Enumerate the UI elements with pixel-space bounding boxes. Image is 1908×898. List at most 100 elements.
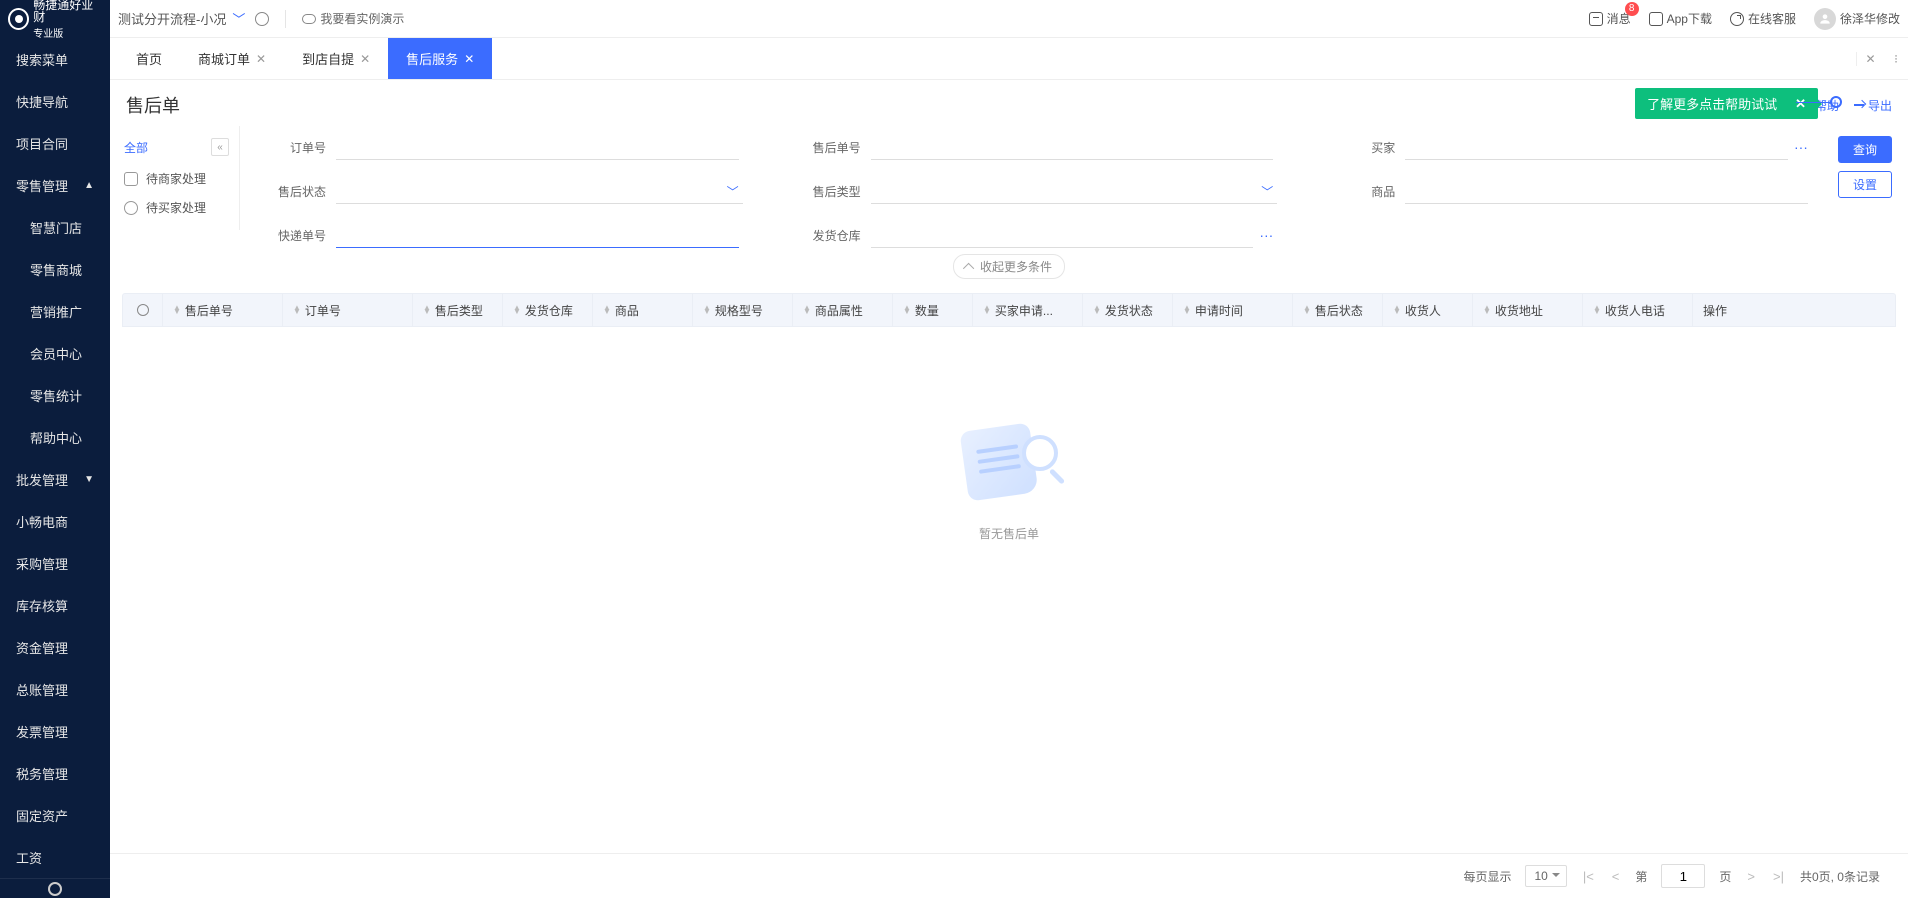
table-col-0[interactable]: ▲▼售后单号	[163, 294, 283, 326]
sidebar-item-1[interactable]: 快捷导航	[0, 80, 110, 122]
table-col-8[interactable]: ▲▼买家申请...	[973, 294, 1083, 326]
col-label: 售后类型	[435, 302, 483, 319]
tab-3[interactable]: 售后服务✕	[388, 38, 492, 79]
sidebar-item-19[interactable]: 工资	[0, 836, 110, 878]
sidebar-label: 帮助中心	[30, 428, 82, 447]
page-last-icon[interactable]: >|	[1771, 869, 1786, 884]
page-size-select[interactable]: 10	[1525, 865, 1566, 887]
chevron-down-icon: ﹀	[232, 9, 245, 28]
table-col-6[interactable]: ▲▼商品属性	[793, 294, 893, 326]
app-download-button[interactable]: App下载	[1649, 10, 1712, 27]
sidebar-item-9[interactable]: 帮助中心	[0, 416, 110, 458]
sidebar-item-15[interactable]: 总账管理	[0, 668, 110, 710]
table-col-13[interactable]: ▲▼收货地址	[1473, 294, 1583, 326]
close-icon[interactable]: ✕	[464, 52, 474, 66]
sidebar-item-14[interactable]: 资金管理	[0, 626, 110, 668]
export-link[interactable]: 导出	[1853, 97, 1892, 114]
query-button[interactable]: 查询	[1838, 136, 1892, 163]
table-col-4[interactable]: ▲▼商品	[593, 294, 693, 326]
sort-icon: ▲▼	[1183, 306, 1191, 314]
user-menu[interactable]: 徐泽华修改	[1814, 8, 1900, 30]
table-col-9[interactable]: ▲▼发货状态	[1083, 294, 1173, 326]
buyer-more-icon[interactable]: ···	[1794, 139, 1808, 155]
tab-more[interactable]: ⁝	[1884, 52, 1908, 66]
sidebar-item-3[interactable]: 零售管理▲	[0, 164, 110, 206]
col-label: 操作	[1703, 302, 1727, 319]
col-label: 收货人	[1405, 302, 1441, 319]
sidebar-item-4[interactable]: 智慧门店	[0, 206, 110, 248]
table-col-5[interactable]: ▲▼规格型号	[693, 294, 793, 326]
sidebar-item-12[interactable]: 采购管理	[0, 542, 110, 584]
sidebar-item-7[interactable]: 会员中心	[0, 332, 110, 374]
table-col-14[interactable]: ▲▼收货人电话	[1583, 294, 1693, 326]
sort-icon: ▲▼	[983, 306, 991, 314]
page-next-icon[interactable]: >	[1745, 869, 1757, 884]
sidebar-item-6[interactable]: 营销推广	[0, 290, 110, 332]
sidebar-item-2[interactable]: 项目合同	[0, 122, 110, 164]
table-col-7[interactable]: ▲▼数量	[893, 294, 973, 326]
sidebar-item-18[interactable]: 固定资产	[0, 794, 110, 836]
topbar: 测试分开流程-小况 ﹀ 我要看实例演示 消息 8 App下载	[110, 0, 1908, 38]
side-filter-item-1[interactable]: 待买家处理	[110, 193, 239, 222]
online-service-button[interactable]: 在线客服	[1730, 10, 1796, 27]
sidebar-item-10[interactable]: 批发管理▼	[0, 458, 110, 500]
ship-warehouse-input[interactable]	[871, 222, 1254, 248]
demo-link[interactable]: 我要看实例演示	[302, 10, 404, 27]
col-label: 订单号	[305, 302, 341, 319]
after-type-select[interactable]	[871, 178, 1278, 204]
table-col-15[interactable]: 操作	[1693, 294, 1895, 326]
page-prev-icon[interactable]: <	[1610, 869, 1622, 884]
messages-button[interactable]: 消息 8	[1589, 10, 1631, 27]
table-col-11[interactable]: ▲▼售后状态	[1293, 294, 1383, 326]
brand-logo[interactable]: 畅捷通好业财 专业版	[0, 0, 110, 38]
page-number-input[interactable]	[1661, 864, 1705, 888]
status-side-filter: 全部 « 待商家处理待买家处理	[110, 126, 240, 230]
sidebar-item-8[interactable]: 零售统计	[0, 374, 110, 416]
workspace-settings-icon[interactable]	[255, 12, 269, 26]
col-label: 申请时间	[1195, 302, 1243, 319]
sidebar-settings[interactable]	[0, 878, 110, 898]
page-title: 售后单	[126, 92, 180, 118]
sidebar-label: 项目合同	[16, 134, 68, 153]
warehouse-more-icon[interactable]: ···	[1259, 227, 1273, 243]
sidebar-item-16[interactable]: 发票管理	[0, 710, 110, 752]
sort-icon: ▲▼	[1393, 306, 1401, 314]
table-col-2[interactable]: ▲▼售后类型	[413, 294, 503, 326]
sidebar-item-5[interactable]: 零售商城	[0, 248, 110, 290]
help-banner-close-icon[interactable]: ✕	[1795, 96, 1806, 112]
download-icon	[1649, 12, 1663, 26]
table-settings-col[interactable]	[123, 294, 163, 326]
collapse-filters-toggle[interactable]: 收起更多条件	[953, 254, 1065, 279]
brand-icon	[8, 8, 29, 30]
close-icon[interactable]: ✕	[360, 52, 370, 66]
side-filter-item-0[interactable]: 待商家处理	[110, 164, 239, 193]
close-icon[interactable]: ✕	[256, 52, 266, 66]
after-sale-no-input[interactable]	[871, 134, 1274, 160]
filter-all[interactable]: 全部	[124, 139, 148, 156]
after-status-select[interactable]	[336, 178, 743, 204]
avatar-icon	[1814, 8, 1836, 30]
filter-collapse-icon[interactable]: «	[211, 138, 229, 156]
tab-0[interactable]: 首页	[118, 38, 180, 79]
sidebar-label: 税务管理	[16, 764, 68, 783]
tab-1[interactable]: 商城订单✕	[180, 38, 284, 79]
table-col-3[interactable]: ▲▼发货仓库	[503, 294, 593, 326]
table-col-10[interactable]: ▲▼ 申请时间	[1173, 294, 1293, 326]
express-no-input[interactable]	[336, 222, 739, 248]
sort-icon: ▲▼	[173, 306, 181, 314]
tab-2[interactable]: 到店自提✕	[284, 38, 388, 79]
page-first-icon[interactable]: |<	[1581, 869, 1596, 884]
product-input[interactable]	[1405, 178, 1808, 204]
sidebar-item-0[interactable]: 搜索菜单	[0, 38, 110, 80]
table-col-12[interactable]: ▲▼ 收货人	[1383, 294, 1473, 326]
sidebar-item-11[interactable]: 小畅电商	[0, 500, 110, 542]
sidebar-item-13[interactable]: 库存核算	[0, 584, 110, 626]
order-no-input[interactable]	[336, 134, 739, 160]
settings-button[interactable]: 设置	[1838, 171, 1892, 198]
tab-close-current[interactable]: ✕	[1856, 52, 1884, 66]
sidebar-item-17[interactable]: 税务管理	[0, 752, 110, 794]
sidebar-label: 营销推广	[30, 302, 82, 321]
buyer-input[interactable]	[1405, 134, 1788, 160]
table-col-1[interactable]: ▲▼订单号	[283, 294, 413, 326]
workspace-select[interactable]: 测试分开流程-小况 ﹀	[118, 9, 245, 28]
